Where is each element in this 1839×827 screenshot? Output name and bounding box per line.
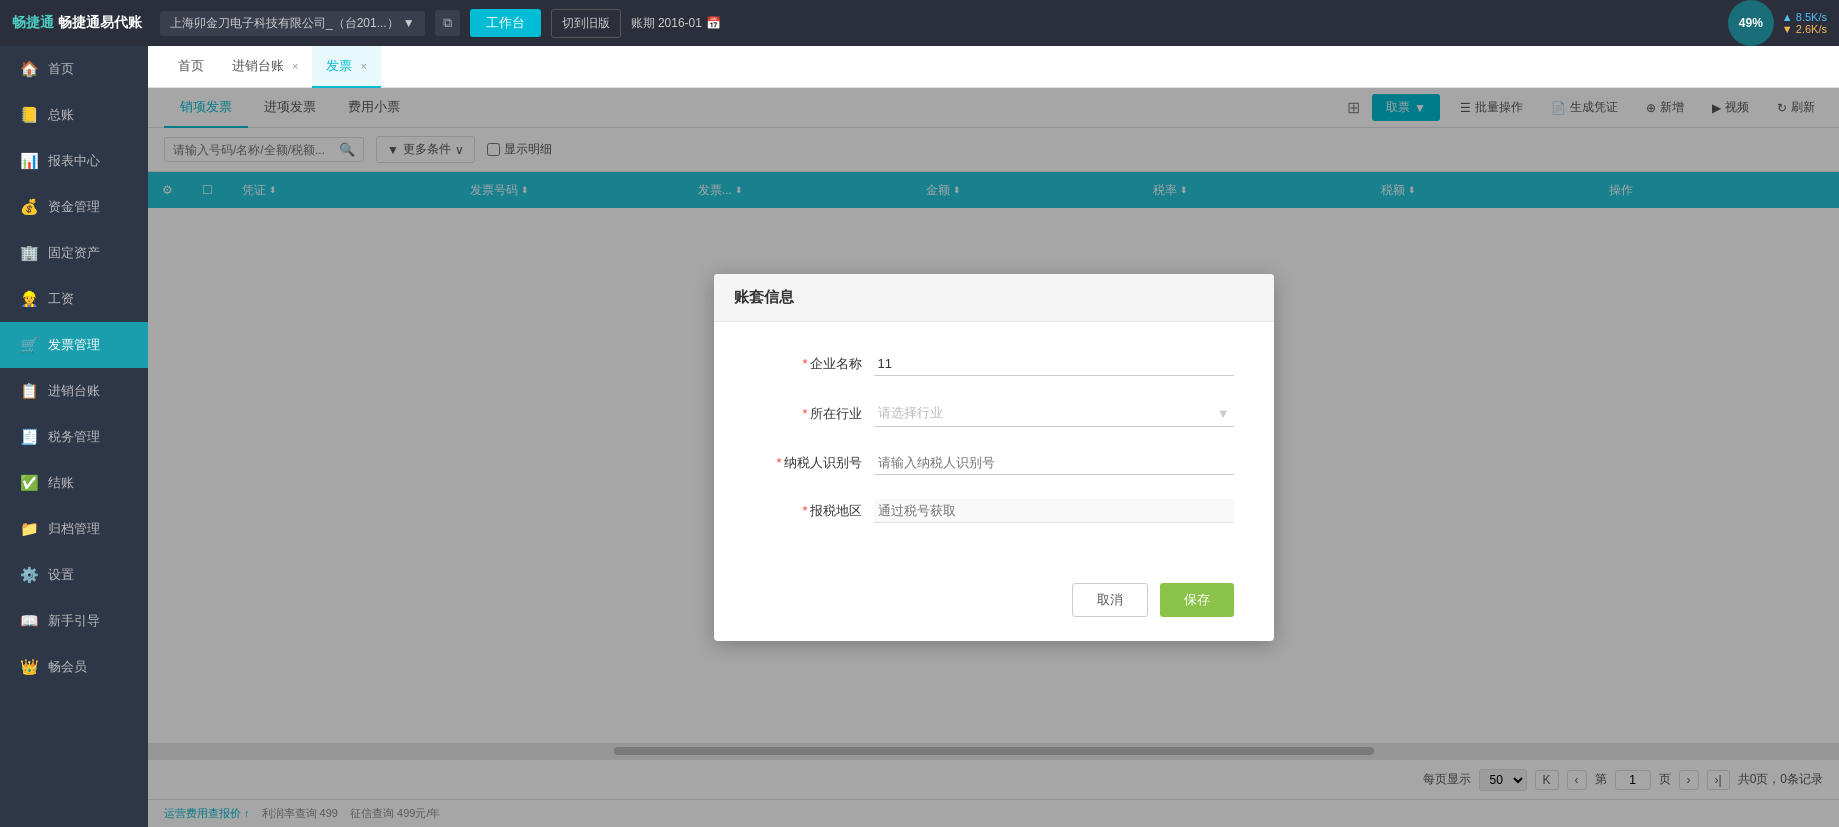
sidebar-item-purchase[interactable]: 📋 进销台账	[0, 368, 148, 414]
sidebar-item-ledger[interactable]: 📒 总账	[0, 92, 148, 138]
save-button[interactable]: 保存	[1160, 583, 1234, 617]
settings-icon: ⚙️	[20, 566, 38, 584]
home-icon: 🏠	[20, 60, 38, 78]
vip-icon: 👑	[20, 658, 38, 676]
salary-icon: 👷	[20, 290, 38, 308]
sidebar-label-funds: 资金管理	[48, 198, 100, 216]
purchase-icon: 📋	[20, 382, 38, 400]
company-name-field	[874, 352, 1234, 376]
sidebar-label-home: 首页	[48, 60, 74, 78]
tax-region-input	[874, 499, 1234, 523]
tax-id-input[interactable]	[874, 451, 1234, 475]
settle-icon: ✅	[20, 474, 38, 492]
sidebar-item-home[interactable]: 🏠 首页	[0, 46, 148, 92]
sidebar-label-purchase: 进销台账	[48, 382, 100, 400]
form-row-industry: *所在行业 请选择行业 ▼	[754, 400, 1234, 427]
top-bar: 畅捷通畅捷通易代账 上海卯金刀电子科技有限公司_（台201...） ▼ ⧉ 工作…	[0, 0, 1839, 46]
sidebar-label-ledger: 总账	[48, 106, 74, 124]
speed-info: ▲ 8.5K/s ▼ 2.6K/s	[1782, 11, 1827, 35]
sidebar-label-salary: 工资	[48, 290, 74, 308]
sidebar-item-settle[interactable]: ✅ 结账	[0, 460, 148, 506]
industry-label: *所在行业	[754, 405, 874, 423]
industry-select[interactable]: 请选择行业 ▼	[874, 400, 1234, 427]
company-name-label: *企业名称	[754, 355, 874, 373]
content-area: 首页 进销台账 × 发票 × 销项发票 进项发票 费用小	[148, 46, 1839, 827]
copy-icon-btn[interactable]: ⧉	[435, 10, 460, 36]
form-row-tax-region: *报税地区	[754, 499, 1234, 523]
sidebar-item-tax[interactable]: 🧾 税务管理	[0, 414, 148, 460]
sidebar-item-settings[interactable]: ⚙️ 设置	[0, 552, 148, 598]
modal-overlay: 账套信息 *企业名称	[148, 88, 1839, 827]
dialog-account-info: 账套信息 *企业名称	[714, 274, 1274, 641]
tax-id-field	[874, 451, 1234, 475]
dialog-title: 账套信息	[714, 274, 1274, 322]
cancel-button[interactable]: 取消	[1072, 583, 1148, 617]
industry-field: 请选择行业 ▼	[874, 400, 1234, 427]
tax-region-field	[874, 499, 1234, 523]
tax-region-label: *报税地区	[754, 502, 874, 520]
sidebar-label-settings: 设置	[48, 566, 74, 584]
sidebar-item-guide[interactable]: 📖 新手引导	[0, 598, 148, 644]
tab-purchase[interactable]: 进销台账 ×	[218, 46, 312, 88]
tab-home[interactable]: 首页	[164, 46, 218, 88]
sidebar-label-guide: 新手引导	[48, 612, 100, 630]
invoice-icon: 🛒	[20, 336, 38, 354]
old-version-button[interactable]: 切到旧版	[551, 9, 621, 38]
dialog-footer: 取消 保存	[714, 567, 1274, 641]
funds-icon: 💰	[20, 198, 38, 216]
guide-icon: 📖	[20, 612, 38, 630]
sidebar-label-invoice: 发票管理	[48, 336, 100, 354]
sidebar-label-reports: 报表中心	[48, 152, 100, 170]
tab-invoice[interactable]: 发票 ×	[312, 46, 380, 88]
period-info: 账期 2016-01 📅	[631, 15, 721, 32]
sidebar-label-tax: 税务管理	[48, 428, 100, 446]
tax-id-label: *纳税人识别号	[754, 454, 874, 472]
tab-close-purchase[interactable]: ×	[292, 60, 298, 72]
sidebar-label-settle: 结账	[48, 474, 74, 492]
ledger-icon: 📒	[20, 106, 38, 124]
workbench-button[interactable]: 工作台	[470, 9, 541, 37]
tab-bar: 首页 进销台账 × 发票 ×	[148, 46, 1839, 88]
tab-close-invoice[interactable]: ×	[360, 60, 366, 72]
sidebar-item-invoice[interactable]: 🛒 发票管理	[0, 322, 148, 368]
chevron-down-icon: ▼	[403, 16, 415, 30]
dialog-body: *企业名称 *所在行业	[714, 322, 1274, 567]
app-logo: 畅捷通畅捷通易代账	[12, 14, 142, 32]
company-name-input[interactable]	[874, 352, 1234, 376]
sidebar-item-funds[interactable]: 💰 资金管理	[0, 184, 148, 230]
sidebar-item-archive[interactable]: 📁 归档管理	[0, 506, 148, 552]
speed-indicator: 49%	[1728, 0, 1774, 46]
sidebar: 🏠 首页 📒 总账 📊 报表中心 💰 资金管理 🏢 固定资产 👷 工资 🛒 发票…	[0, 46, 148, 827]
sidebar-item-assets[interactable]: 🏢 固定资产	[0, 230, 148, 276]
sidebar-item-reports[interactable]: 📊 报表中心	[0, 138, 148, 184]
tax-icon: 🧾	[20, 428, 38, 446]
company-selector[interactable]: 上海卯金刀电子科技有限公司_（台201...） ▼	[160, 11, 425, 36]
industry-dropdown-icon: ▼	[1217, 406, 1230, 421]
assets-icon: 🏢	[20, 244, 38, 262]
sidebar-label-archive: 归档管理	[48, 520, 100, 538]
calendar-icon[interactable]: 📅	[706, 16, 721, 30]
sidebar-item-vip[interactable]: 👑 畅会员	[0, 644, 148, 690]
company-name: 上海卯金刀电子科技有限公司_（台201...）	[170, 15, 399, 32]
sidebar-item-salary[interactable]: 👷 工资	[0, 276, 148, 322]
form-row-company-name: *企业名称	[754, 352, 1234, 376]
archive-icon: 📁	[20, 520, 38, 538]
reports-icon: 📊	[20, 152, 38, 170]
form-row-tax-id: *纳税人识别号	[754, 451, 1234, 475]
sidebar-label-vip: 畅会员	[48, 658, 87, 676]
sidebar-label-assets: 固定资产	[48, 244, 100, 262]
